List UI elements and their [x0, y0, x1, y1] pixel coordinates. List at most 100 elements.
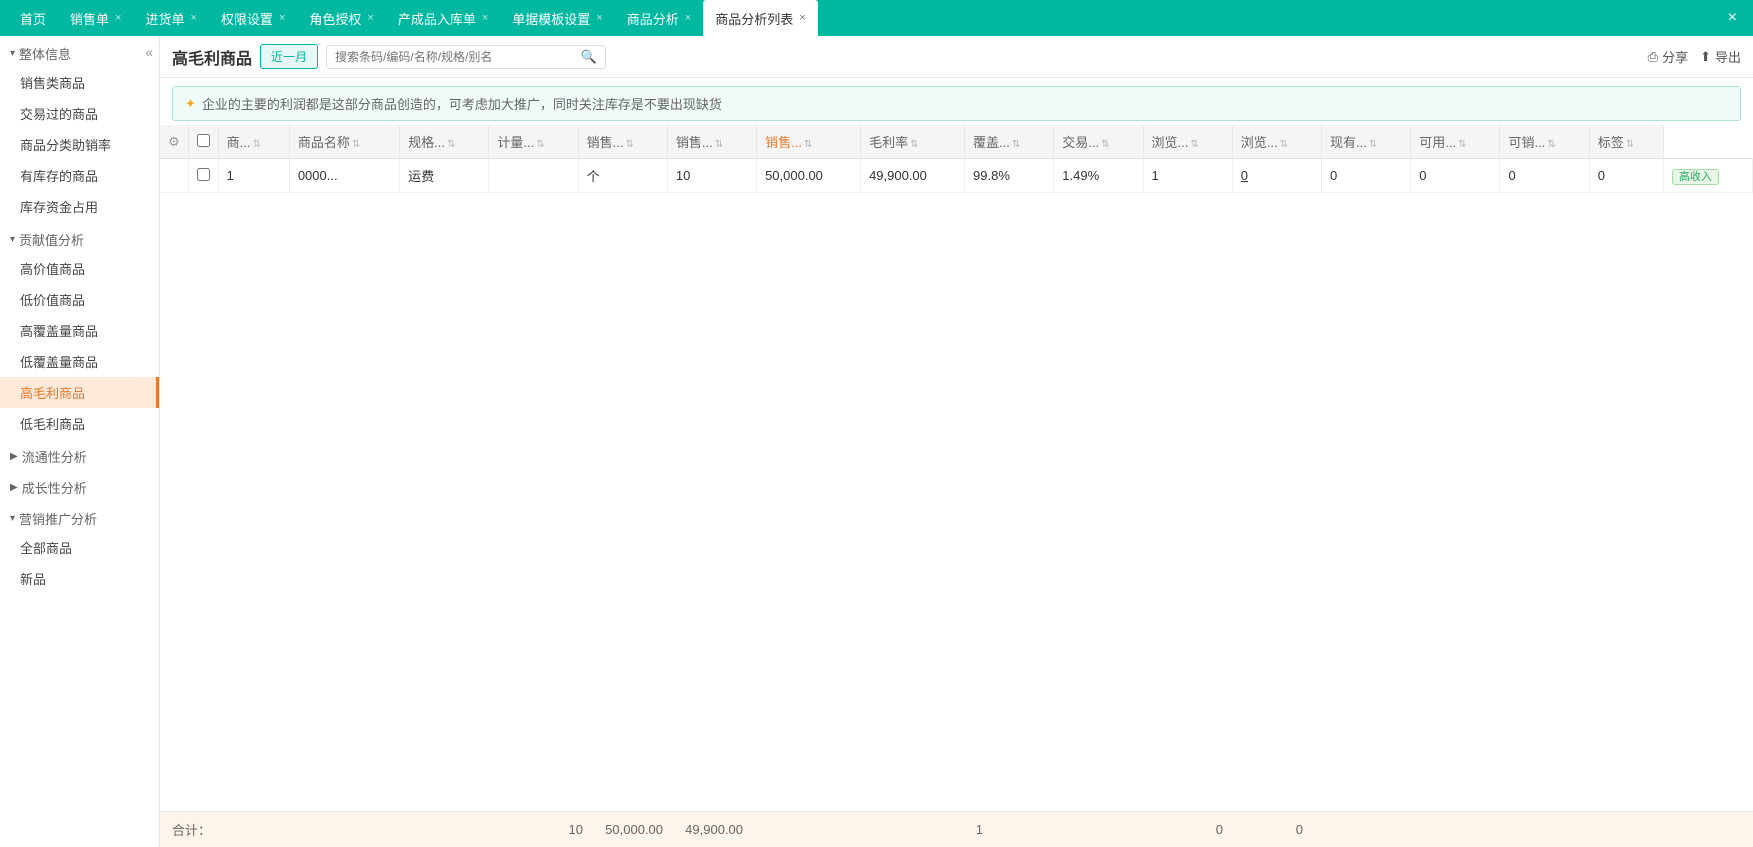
th-views1[interactable]: 浏览...⇅ [1143, 125, 1232, 159]
nav-role-auth[interactable]: 角色授权 × [297, 0, 385, 36]
close-product-analysis[interactable]: × [685, 12, 691, 24]
total-label: 合计： [172, 820, 211, 839]
group-overall-arrow: ▾ [10, 48, 15, 59]
data-table-container[interactable]: ⚙ 商...⇅ 商品名称⇅ 规格...⇅ 计量...⇅ 销售...⇅ 销售...… [160, 125, 1753, 811]
td-views1[interactable]: 0 [1232, 159, 1321, 193]
sidebar-item-traded-goods[interactable]: 交易过的商品 [0, 98, 159, 129]
nav-home[interactable]: 首页 [8, 0, 58, 36]
sidebar-group-marketing[interactable]: ▾ 营销推广分析 [0, 501, 159, 532]
nav-product-analysis-list[interactable]: 商品分析列表 × [703, 0, 817, 36]
nav-product-analysis[interactable]: 商品分析 × [615, 0, 703, 36]
nav-permission-settings[interactable]: 权限设置 × [209, 0, 297, 36]
tag-badge: 高收入 [1672, 169, 1719, 185]
nav-sales-order[interactable]: 销售单 × [58, 0, 133, 36]
sidebar-item-stocked-goods[interactable]: 有库存的商品 [0, 160, 159, 191]
search-input[interactable] [335, 50, 581, 64]
sidebar-item-new-products[interactable]: 新品 [0, 563, 159, 594]
th-views2[interactable]: 浏览...⇅ [1232, 125, 1321, 159]
close-role-auth[interactable]: × [367, 12, 373, 24]
nav-template-settings[interactable]: 单据模板设置 × [500, 0, 614, 36]
close-template-settings[interactable]: × [596, 12, 602, 24]
th-tag[interactable]: 标签⇅ [1589, 125, 1663, 159]
nav-purchase-order[interactable]: 进货单 × [133, 0, 208, 36]
sidebar-group-growth[interactable]: ▶ 成长性分析 [0, 470, 159, 501]
sort-sales1-icon: ⇅ [625, 139, 633, 150]
footer-transactions: 1 [911, 822, 991, 837]
td-coverage: 1.49% [1054, 159, 1143, 193]
footer-total-bar: 合计： 10 50,000.00 49,900.00 1 0 0 [160, 811, 1753, 847]
th-sales3[interactable]: 销售...⇅ [757, 125, 861, 159]
sidebar-item-stock-capital[interactable]: 库存资金占用 [0, 191, 159, 222]
td-spec [489, 159, 578, 193]
sort-gross-rate-icon: ⇅ [910, 139, 918, 150]
nav-product-warehouse[interactable]: 产成品入库单 × [386, 0, 500, 36]
sidebar-item-sales-goods[interactable]: 销售类商品 [0, 67, 159, 98]
th-sales2[interactable]: 销售...⇅ [667, 125, 756, 159]
sidebar-collapse-button[interactable]: « [145, 44, 153, 60]
td-gross-rate: 99.8% [965, 159, 1054, 193]
search-icon: 🔍 [581, 49, 597, 65]
group-liquidity-arrow: ▶ [10, 451, 18, 462]
sort-views2-icon: ⇅ [1280, 139, 1288, 150]
filter-recent-month-button[interactable]: 近一月 [260, 44, 318, 69]
footer-sales3: 49,900.00 [671, 822, 751, 837]
th-checkbox[interactable] [188, 125, 218, 159]
th-current[interactable]: 现有...⇅ [1321, 125, 1410, 159]
td-unit: 个 [578, 159, 667, 193]
top-navigation: 首页 销售单 × 进货单 × 权限设置 × 角色授权 × 产成品入库单 × 单据… [0, 0, 1753, 36]
sidebar-item-low-value[interactable]: 低价值商品 [0, 284, 159, 315]
page-title: 高毛利商品 [172, 45, 252, 69]
close-product-analysis-list[interactable]: × [799, 12, 805, 24]
sidebar-item-high-value[interactable]: 高价值商品 [0, 253, 159, 284]
footer-current: 0 [1151, 822, 1231, 837]
row-checkbox[interactable] [197, 168, 210, 181]
td-name[interactable]: 运费 [400, 159, 489, 193]
close-permission-settings[interactable]: × [279, 12, 285, 24]
footer-sales2: 50,000.00 [591, 822, 671, 837]
th-unit[interactable]: 计量...⇅ [489, 125, 578, 159]
close-all-tabs[interactable]: × [1720, 9, 1745, 27]
close-product-warehouse[interactable]: × [482, 12, 488, 24]
info-icon: ✦ [185, 96, 196, 112]
td-sales1: 10 [667, 159, 756, 193]
th-sales1[interactable]: 销售...⇅ [578, 125, 667, 159]
group-growth-arrow: ▶ [10, 482, 18, 493]
sidebar-item-low-coverage[interactable]: 低覆盖量商品 [0, 346, 159, 377]
sidebar-group-liquidity[interactable]: ▶ 流通性分析 [0, 439, 159, 470]
sort-name-icon: ⇅ [352, 139, 360, 150]
share-icon: ⎙ [1648, 49, 1658, 65]
th-name[interactable]: 商品名称⇅ [289, 125, 399, 159]
sidebar-item-low-margin[interactable]: 低毛利商品 [0, 408, 159, 439]
content-header: 高毛利商品 近一月 🔍 ⎙ 分享 ⬆ 导出 [160, 36, 1753, 78]
close-purchase-order[interactable]: × [190, 12, 196, 24]
td-transactions: 1 [1143, 159, 1232, 193]
sidebar-item-high-coverage[interactable]: 高覆盖量商品 [0, 315, 159, 346]
td-row-checkbox[interactable] [188, 159, 218, 193]
select-all-checkbox[interactable] [197, 134, 210, 147]
th-transactions[interactable]: 交易...⇅ [1054, 125, 1143, 159]
td-available: 0 [1500, 159, 1589, 193]
sort-code-icon: ⇅ [253, 139, 261, 150]
th-spec[interactable]: 规格...⇅ [400, 125, 489, 159]
export-button[interactable]: ⬆ 导出 [1700, 47, 1741, 66]
th-gross-rate[interactable]: 毛利率⇅ [861, 125, 965, 159]
td-num: 1 [218, 159, 289, 193]
th-code[interactable]: 商...⇅ [218, 125, 289, 159]
sidebar-item-high-margin[interactable]: 高毛利商品 [0, 377, 159, 408]
td-sales3: 49,900.00 [861, 159, 965, 193]
th-available[interactable]: 可用...⇅ [1411, 125, 1500, 159]
sidebar-item-category-rate[interactable]: 商品分类助销率 [0, 129, 159, 160]
sort-views1-icon: ⇅ [1190, 139, 1198, 150]
sidebar-group-contribution[interactable]: ▾ 贡献值分析 [0, 222, 159, 253]
sidebar-group-overall[interactable]: ▾ 整体信息 [0, 36, 159, 67]
th-coverage[interactable]: 覆盖...⇅ [965, 125, 1054, 159]
th-settings[interactable]: ⚙ [160, 125, 188, 159]
close-sales-order[interactable]: × [115, 12, 121, 24]
sort-tag-icon: ⇅ [1626, 139, 1634, 150]
sort-sellable-icon: ⇅ [1547, 139, 1555, 150]
sort-unit-icon: ⇅ [536, 139, 544, 150]
sidebar-item-all-goods[interactable]: 全部商品 [0, 532, 159, 563]
th-sellable[interactable]: 可销...⇅ [1500, 125, 1589, 159]
views1-link[interactable]: 0 [1241, 168, 1248, 183]
share-button[interactable]: ⎙ 分享 [1648, 47, 1688, 66]
